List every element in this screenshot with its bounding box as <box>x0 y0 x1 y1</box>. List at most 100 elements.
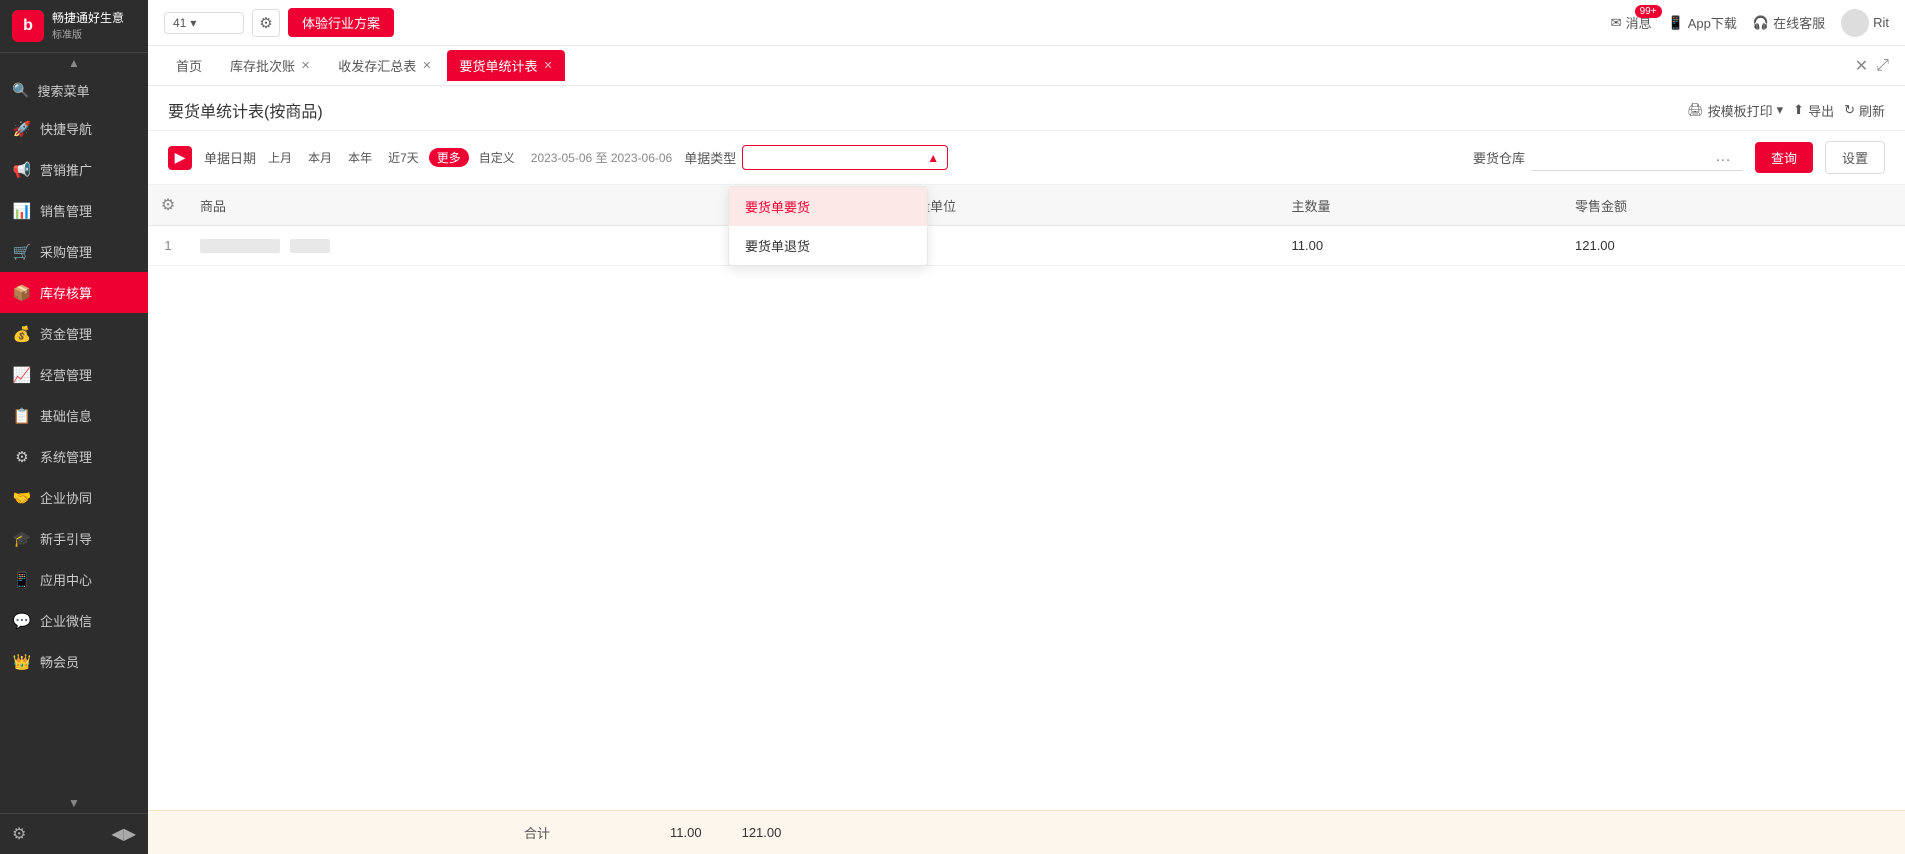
sidebar-item-member[interactable]: 👑 畅会员 <box>0 641 148 682</box>
topbar-left: 41 ▾ ⚙ 体验行业方案 <box>164 8 1611 37</box>
finance-icon: 💰 <box>12 325 32 343</box>
warehouse-select[interactable]: … <box>1531 144 1743 171</box>
warehouse-more-icon[interactable]: … <box>1715 148 1731 166</box>
sidebar-item-wechat[interactable]: 💬 企业微信 <box>0 600 148 641</box>
online-service-item[interactable]: 🎧 在线客服 <box>1753 13 1825 32</box>
tabs-expand-icon[interactable]: ⤢ <box>1876 57 1889 75</box>
messages-item[interactable]: ✉ 消息 99+ <box>1611 13 1652 32</box>
sidebar-scroll-down[interactable]: ▼ <box>0 793 148 813</box>
quick-nav-icon: 🚀 <box>12 120 32 138</box>
date-this-year[interactable]: 本年 <box>342 147 378 168</box>
search-icon: 🔍 <box>12 82 29 99</box>
sidebar-item-finance[interactable]: 💰 资金管理 <box>0 313 148 354</box>
tabs-bar: 首页 库存批次账 ✕ 收发存汇总表 ✕ 要货单统计表 ✕ ✕ ⤢ <box>148 46 1905 86</box>
date-this-month[interactable]: 本月 <box>302 147 338 168</box>
dropdown-item-return[interactable]: 要货单退货 <box>729 226 927 265</box>
warehouse-filter-label: 要货仓库 <box>1473 148 1525 167</box>
type-dropdown-menu: 要货单要货 要货单退货 <box>728 186 928 266</box>
sidebar-search[interactable]: 🔍 搜索菜单 <box>0 73 148 108</box>
sidebar-nav: 🚀 快捷导航 📢 营销推广 📊 销售管理 🛒 采购管理 📦 库存核算 💰 资金管… <box>0 108 148 793</box>
th-unit: 主计量单位 <box>879 185 1279 226</box>
date-7days[interactable]: 近7天 <box>382 147 425 168</box>
settings-gear-button[interactable]: ⚙ <box>252 9 280 37</box>
collapse-icon[interactable]: ◀▶ <box>111 824 136 844</box>
tab-stock-summary[interactable]: 收发存汇总表 ✕ <box>326 50 443 81</box>
tab-stock-summary-close[interactable]: ✕ <box>422 59 431 72</box>
row-num: 1 <box>148 226 188 266</box>
sidebar-item-label: 新手引导 <box>40 529 92 548</box>
table-footer: 合计 11.00 121.00 <box>148 810 1905 854</box>
type-select[interactable]: ▲ <box>742 145 948 170</box>
refresh-label: 刷新 <box>1859 101 1885 120</box>
operation-icon: 📈 <box>12 366 32 384</box>
topbar-right: ✉ 消息 99+ 📱 App下载 🎧 在线客服 Rit <box>1611 9 1889 37</box>
main-area: 41 ▾ ⚙ 体验行业方案 ✉ 消息 99+ 📱 App下载 🎧 在线客服 <box>148 0 1905 854</box>
appcenter-icon: 📱 <box>12 571 32 589</box>
query-button[interactable]: 查询 <box>1755 142 1813 173</box>
th-product-label: 商品 <box>200 199 226 214</box>
tab-home[interactable]: 首页 <box>164 50 214 81</box>
tab-order-stats-label: 要货单统计表 <box>459 56 537 75</box>
row-qty: 11.00 <box>1280 226 1563 266</box>
tab-order-stats[interactable]: 要货单统计表 ✕ <box>447 50 564 81</box>
sidebar-item-operation[interactable]: 📈 经营管理 <box>0 354 148 395</box>
sales-icon: 📊 <box>12 202 32 220</box>
export-button[interactable]: ⬆ 导出 <box>1793 101 1834 120</box>
sidebar-item-sales[interactable]: 📊 销售管理 <box>0 190 148 231</box>
logo-icon: b <box>12 10 44 42</box>
sidebar-item-quick-nav[interactable]: 🚀 快捷导航 <box>0 108 148 149</box>
settings-icon[interactable]: ⚙ <box>12 824 26 844</box>
tab-stock-batch[interactable]: 库存批次账 ✕ <box>218 50 322 81</box>
brand-name: 畅捷通好生意 <box>52 11 124 27</box>
dropdown-item-order[interactable]: 要货单要货 <box>729 187 927 226</box>
user-avatar <box>1841 9 1869 37</box>
headset-icon: 🎧 <box>1753 15 1769 31</box>
page-header: 要货单统计表(按商品) 🖨 按模板打印 ▾ ⬆ 导出 ↻ 刷新 <box>148 86 1905 131</box>
print-arrow-icon: ▾ <box>1777 102 1784 118</box>
sidebar-item-guide[interactable]: 🎓 新手引导 <box>0 518 148 559</box>
sidebar-item-label: 快捷导航 <box>40 119 92 138</box>
tab-order-stats-close[interactable]: ✕ <box>544 59 553 72</box>
sidebar-item-purchase[interactable]: 🛒 采购管理 <box>0 231 148 272</box>
date-custom[interactable]: 自定义 <box>473 147 521 168</box>
wechat-icon: 💬 <box>12 612 32 630</box>
print-label: 按模板打印 <box>1708 101 1773 120</box>
sidebar-item-system[interactable]: ⚙ 系统管理 <box>0 436 148 477</box>
date-last-month[interactable]: 上月 <box>262 147 298 168</box>
sidebar-item-appcenter[interactable]: 📱 应用中心 <box>0 559 148 600</box>
product-placeholder2 <box>290 239 330 253</box>
gear-col-icon[interactable]: ⚙ <box>161 197 175 214</box>
sidebar-search-label: 搜索菜单 <box>37 81 89 100</box>
row-amount: 121.00 <box>1563 226 1905 266</box>
sidebar-item-label: 企业微信 <box>40 611 92 630</box>
date-shortcuts: 上月 本月 本年 近7天 更多 自定义 <box>262 147 521 168</box>
sidebar-item-enterprise[interactable]: 🤝 企业协同 <box>0 477 148 518</box>
refresh-icon: ↻ <box>1844 102 1855 118</box>
sidebar-item-label: 畅会员 <box>40 652 79 671</box>
filter-expand-button[interactable]: ▶ <box>168 146 192 170</box>
th-qty: 主数量 <box>1280 185 1563 226</box>
sidebar-item-basic[interactable]: 📋 基础信息 <box>0 395 148 436</box>
page-header-actions: 🖨 按模板打印 ▾ ⬆ 导出 ↻ 刷新 <box>1687 101 1885 120</box>
refresh-button[interactable]: ↻ 刷新 <box>1844 101 1885 120</box>
sidebar-item-inventory[interactable]: 📦 库存核算 <box>0 272 148 313</box>
type-filter-label: 单据类型 <box>684 148 736 167</box>
type-select-arrow-icon[interactable]: ▲ <box>927 151 939 165</box>
trial-button[interactable]: 体验行业方案 <box>288 8 394 37</box>
app-download-item[interactable]: 📱 App下载 <box>1668 13 1737 32</box>
sidebar-item-label: 资金管理 <box>40 324 92 343</box>
tab-stock-batch-close[interactable]: ✕ <box>301 59 310 72</box>
sidebar-scroll-up[interactable]: ▲ <box>0 53 148 73</box>
dropdown-item-order-label: 要货单要货 <box>745 200 810 215</box>
th-gear[interactable]: ⚙ <box>148 185 188 226</box>
user-avatar-item[interactable]: Rit <box>1841 9 1889 37</box>
tabs-close-all-icon[interactable]: ✕ <box>1855 56 1868 76</box>
user-name: Rit <box>1873 15 1889 30</box>
type-select-input[interactable] <box>751 150 927 165</box>
date-more[interactable]: 更多 <box>429 148 469 167</box>
filter-settings-button[interactable]: 设置 <box>1825 141 1885 174</box>
company-selector[interactable]: 41 ▾ <box>164 12 244 34</box>
print-button[interactable]: 🖨 按模板打印 ▾ <box>1687 101 1783 120</box>
warehouse-select-input[interactable] <box>1539 150 1715 165</box>
sidebar-item-marketing[interactable]: 📢 营销推广 <box>0 149 148 190</box>
